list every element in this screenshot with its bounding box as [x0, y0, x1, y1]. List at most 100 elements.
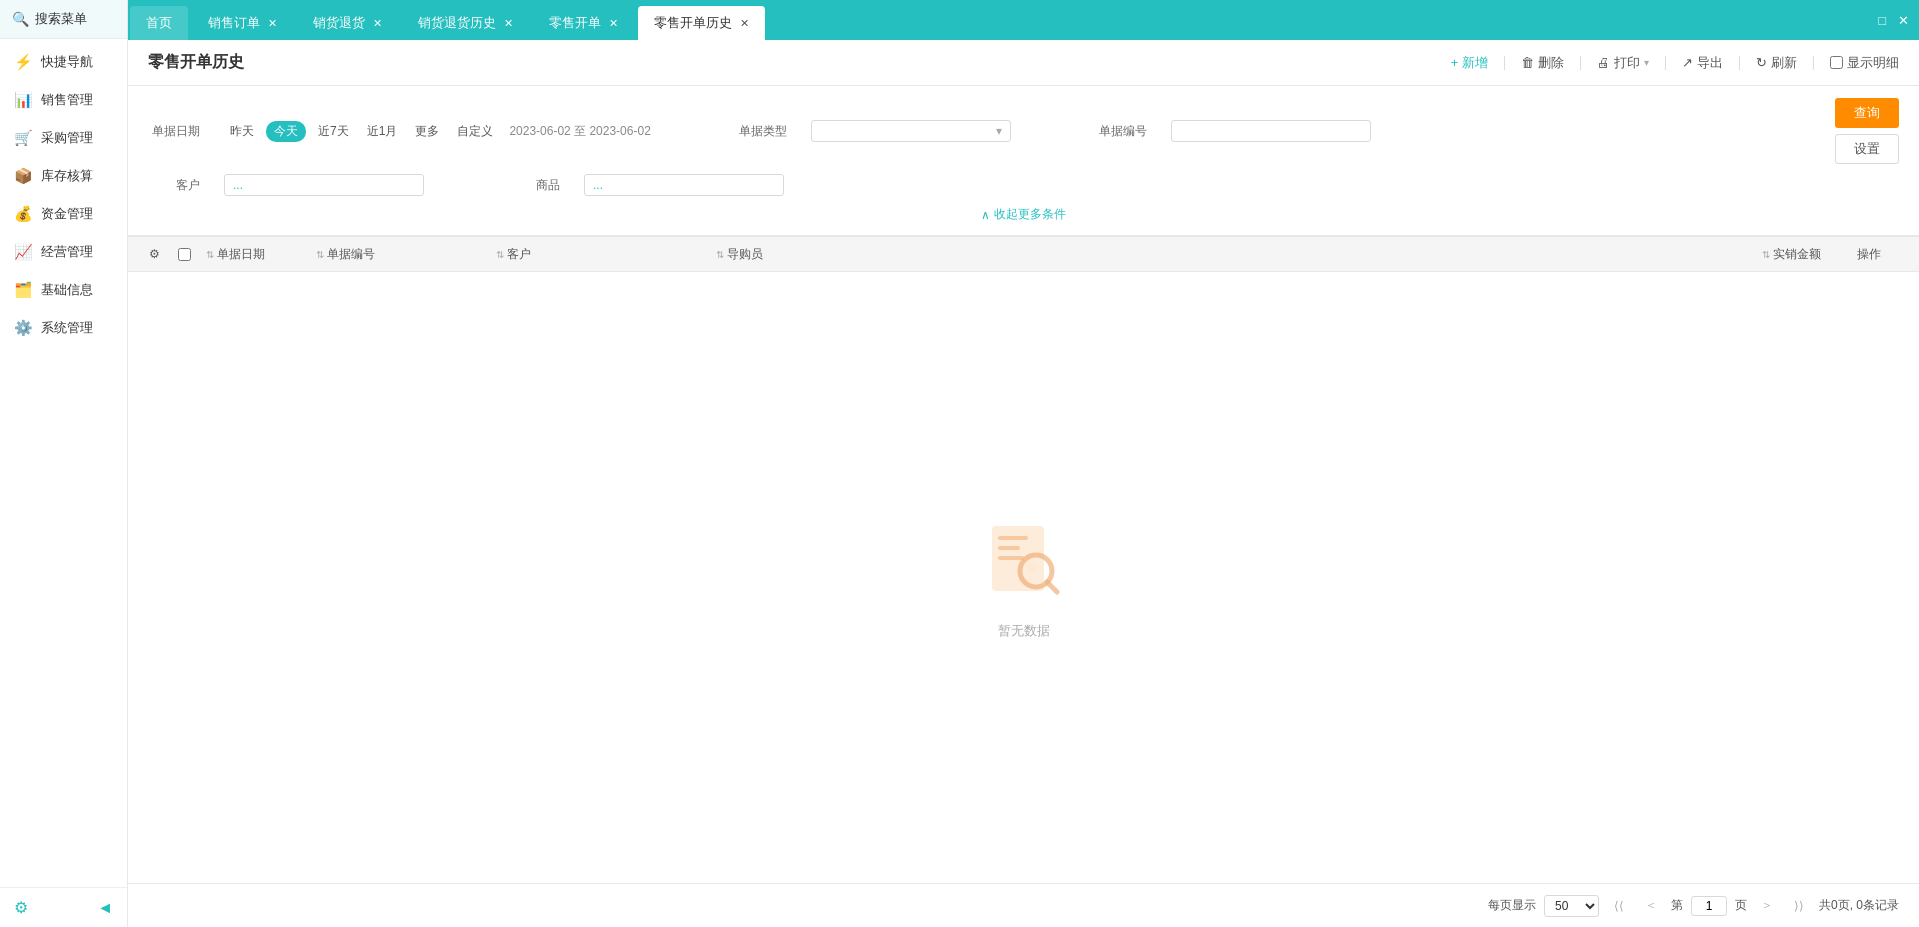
- tab-retail-open[interactable]: 零售开单 ✕: [533, 6, 634, 40]
- divider-1: [1504, 56, 1505, 70]
- tab-retail-open-history[interactable]: 零售开单历史 ✕: [638, 6, 765, 40]
- tab-retail-open-close[interactable]: ✕: [609, 17, 618, 30]
- th-number[interactable]: ⇅ 单据编号: [308, 246, 488, 263]
- page-number-input[interactable]: [1691, 896, 1727, 916]
- th-amount[interactable]: ⇅ 实销金额: [1709, 246, 1829, 263]
- type-filter-label: 单据类型: [735, 123, 787, 140]
- date-btn-more[interactable]: 更多: [409, 121, 445, 142]
- print-label: 打印: [1614, 54, 1640, 72]
- th-settings[interactable]: ⚙: [138, 247, 170, 261]
- sidebar-item-quick-nav[interactable]: ⚡ 快捷导航: [0, 43, 127, 81]
- sidebar-item-finance-mgmt[interactable]: 💰 资金管理: [0, 195, 127, 233]
- delete-button[interactable]: 🗑 删除: [1521, 54, 1564, 72]
- sidebar-menu: ⚡ 快捷导航 📊 销售管理 🛒 采购管理 📦 库存核算 💰 资金管理 📈 经营管…: [0, 39, 127, 887]
- th-date[interactable]: ⇅ 单据日期: [198, 246, 308, 263]
- th-checkbox[interactable]: [170, 248, 198, 261]
- sidebar-item-inventory[interactable]: 📦 库存核算: [0, 157, 127, 195]
- sidebar-item-sys-mgmt[interactable]: ⚙️ 系统管理: [0, 309, 127, 347]
- settings-button[interactable]: 设置: [1835, 134, 1899, 164]
- content-area: 零售开单历史 + 新增 🗑 删除 🖨 打印 ▾ ↗: [128, 40, 1919, 927]
- filter-area: 单据日期 昨天 今天 近7天 近1月 更多 自定义 2023-06-02 至 2…: [128, 86, 1919, 236]
- date-btn-custom[interactable]: 自定义: [451, 121, 499, 142]
- type-filter-select[interactable]: ▾: [811, 120, 1011, 142]
- footer-settings-icon[interactable]: ⚙: [14, 898, 28, 917]
- quick-nav-icon: ⚡: [14, 53, 33, 71]
- footer-collapse-icon[interactable]: ◄: [97, 899, 113, 917]
- date-btn-today[interactable]: 今天: [266, 121, 306, 142]
- prev-page-btn[interactable]: ＜: [1639, 894, 1663, 918]
- gear-icon: ⚙: [149, 247, 160, 261]
- export-button[interactable]: ↗ 导出: [1682, 54, 1723, 72]
- tab-sales-return-history-close[interactable]: ✕: [504, 17, 513, 30]
- date-btn-7days[interactable]: 近7天: [312, 121, 355, 142]
- number-filter-label: 单据编号: [1095, 123, 1147, 140]
- sidebar-item-basic-info[interactable]: 🗂️ 基础信息: [0, 271, 127, 309]
- goods-filter-label: 商品: [508, 177, 560, 194]
- sidebar-item-label: 系统管理: [41, 319, 93, 337]
- print-chevron: ▾: [1644, 57, 1649, 68]
- sidebar-item-label: 销售管理: [41, 91, 93, 109]
- divider-5: [1813, 56, 1814, 70]
- refresh-button[interactable]: ↻ 刷新: [1756, 54, 1797, 72]
- window-close-btn[interactable]: ✕: [1898, 13, 1909, 28]
- finance-mgmt-icon: 💰: [14, 205, 33, 223]
- empty-state: 暂无数据: [128, 272, 1919, 883]
- purchase-mgmt-icon: 🛒: [14, 129, 33, 147]
- page-title: 零售开单历史: [148, 52, 244, 73]
- sidebar-item-label: 库存核算: [41, 167, 93, 185]
- collapse-icon: ∧: [981, 208, 990, 222]
- next-page-btn[interactable]: ＞: [1755, 894, 1779, 918]
- sidebar-item-operation-mgmt[interactable]: 📈 经营管理: [0, 233, 127, 271]
- filter-row-1: 单据日期 昨天 今天 近7天 近1月 更多 自定义 2023-06-02 至 2…: [148, 98, 1899, 164]
- first-page-btn[interactable]: ⟨⟨: [1607, 894, 1631, 918]
- per-page-select[interactable]: 50 100 200: [1544, 895, 1599, 917]
- add-button[interactable]: + 新增: [1451, 54, 1488, 72]
- date-btn-1month[interactable]: 近1月: [361, 121, 404, 142]
- last-page-btn[interactable]: ⟩⟩: [1787, 894, 1811, 918]
- select-all-checkbox[interactable]: [178, 248, 191, 261]
- tab-sales-return-history[interactable]: 销货退货历史 ✕: [402, 6, 529, 40]
- svg-rect-1: [998, 536, 1028, 540]
- refresh-label: 刷新: [1771, 54, 1797, 72]
- top-nav: 首页 销售订单 ✕ 销货退货 ✕ 销货退货历史 ✕ 零售开单 ✕ 零售开单历史 …: [128, 0, 1919, 40]
- tab-home[interactable]: 首页: [130, 6, 188, 40]
- customer-filter-label: 客户: [148, 177, 200, 194]
- customer-filter-select[interactable]: ...: [224, 174, 424, 196]
- per-page-label: 每页显示: [1488, 897, 1536, 914]
- date-range-display: 2023-06-02 至 2023-06-02: [509, 123, 650, 140]
- th-action: 操作: [1829, 246, 1909, 263]
- tab-sales-order-close[interactable]: ✕: [268, 17, 277, 30]
- filter-row-2: 客户 ... 商品 ...: [148, 174, 1899, 196]
- show-detail-checkbox-label[interactable]: 显示明细: [1830, 54, 1899, 72]
- collapse-button[interactable]: ∧ 收起更多条件: [981, 206, 1066, 223]
- page-header: 零售开单历史 + 新增 🗑 删除 🖨 打印 ▾ ↗: [128, 40, 1919, 86]
- page-label: 第: [1671, 897, 1683, 914]
- goods-filter-select[interactable]: ...: [584, 174, 784, 196]
- query-settings-group: 查询 设置: [1835, 98, 1899, 164]
- svg-line-5: [1047, 582, 1057, 592]
- th-customer[interactable]: ⇅ 客户: [488, 246, 708, 263]
- show-detail-checkbox[interactable]: [1830, 56, 1843, 69]
- sort-icon-date: ⇅: [206, 249, 214, 260]
- table-header: ⚙ ⇅ 单据日期 ⇅ 单据编号 ⇅ 客户 ⇅: [128, 236, 1919, 272]
- print-button[interactable]: 🖨 打印 ▾: [1597, 54, 1649, 72]
- goods-filter-dots: ...: [593, 178, 603, 192]
- tab-sales-order[interactable]: 销售订单 ✕: [192, 6, 293, 40]
- sidebar-search-btn[interactable]: 🔍 搜索菜单: [0, 0, 127, 39]
- sidebar-item-purchase-mgmt[interactable]: 🛒 采购管理: [0, 119, 127, 157]
- window-restore-btn[interactable]: □: [1878, 13, 1886, 28]
- th-guide[interactable]: ⇅ 导购员: [708, 246, 828, 263]
- sidebar-item-sales-mgmt[interactable]: 📊 销售管理: [0, 81, 127, 119]
- tab-sales-return-close[interactable]: ✕: [373, 17, 382, 30]
- number-filter-input[interactable]: [1171, 120, 1371, 142]
- query-button[interactable]: 查询: [1835, 98, 1899, 128]
- date-btn-yesterday[interactable]: 昨天: [224, 121, 260, 142]
- inventory-icon: 📦: [14, 167, 33, 185]
- sidebar-item-label: 快捷导航: [41, 53, 93, 71]
- th-customer-label: 客户: [507, 246, 531, 263]
- tab-sales-return[interactable]: 销货退货 ✕: [297, 6, 398, 40]
- th-action-label: 操作: [1857, 246, 1881, 263]
- tab-retail-open-history-close[interactable]: ✕: [740, 17, 749, 30]
- date-filter-label: 单据日期: [148, 123, 200, 140]
- top-nav-right: □ ✕: [1878, 13, 1909, 28]
